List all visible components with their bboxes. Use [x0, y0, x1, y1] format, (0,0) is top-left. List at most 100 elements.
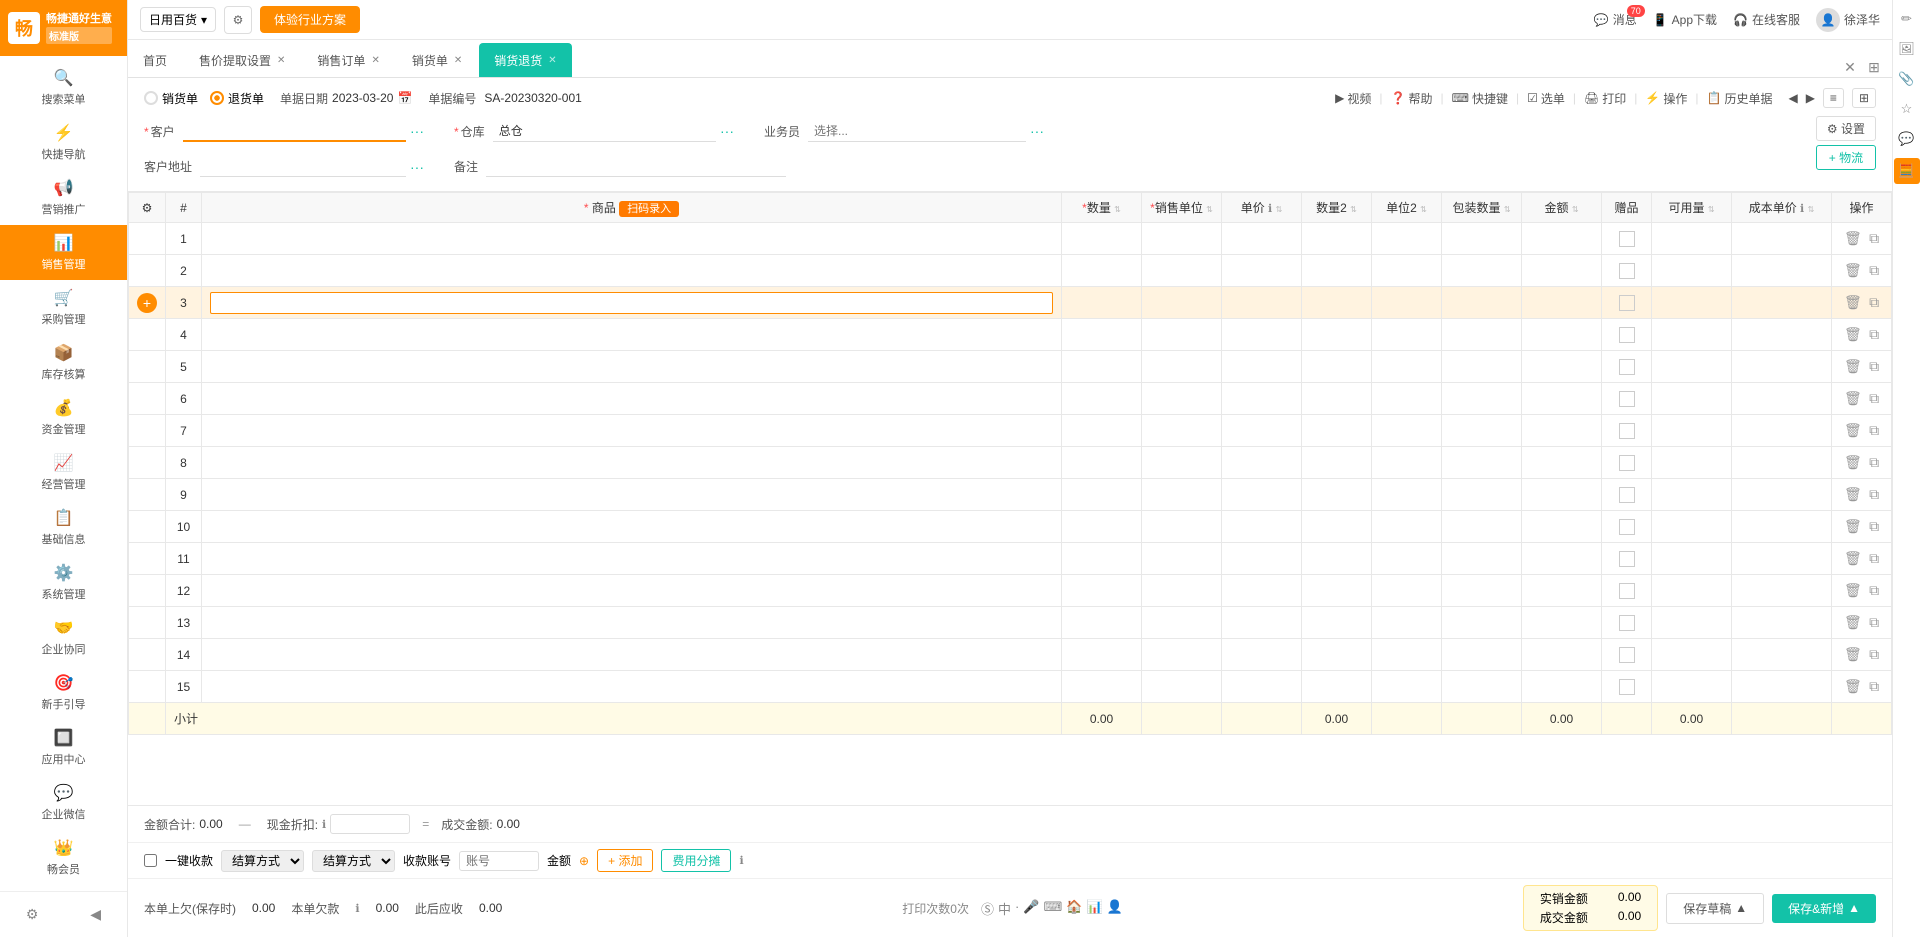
save-new-btn[interactable]: 保存&新增 ▲ [1772, 894, 1876, 923]
row-cost-1[interactable] [1732, 223, 1832, 255]
gift-checkbox-9[interactable] [1619, 487, 1635, 503]
row-copy-5[interactable]: ⧉ [1869, 358, 1879, 374]
sidebar-item-guide[interactable]: 🎯 新手引导 [0, 665, 127, 720]
row-qty-8[interactable] [1062, 447, 1142, 479]
row-delete-14[interactable]: 🗑 [1844, 646, 1862, 662]
row-amount-10[interactable] [1522, 511, 1602, 543]
row-price-10[interactable] [1222, 511, 1302, 543]
gift-checkbox-5[interactable] [1619, 359, 1635, 375]
row-delete-9[interactable]: 🗑 [1844, 486, 1862, 502]
row-delete-1[interactable]: 🗑 [1844, 230, 1862, 246]
row-price-5[interactable] [1222, 351, 1302, 383]
row-gift-5[interactable] [1602, 351, 1652, 383]
row-cost-7[interactable] [1732, 415, 1832, 447]
row-delete-8[interactable]: 🗑 [1844, 454, 1862, 470]
row-copy-3[interactable]: ⧉ [1869, 294, 1879, 310]
row-avail-11[interactable] [1652, 543, 1732, 575]
row-goods-5[interactable] [202, 351, 1062, 383]
row-qty2-4[interactable] [1302, 319, 1372, 351]
row-delete-15[interactable]: 🗑 [1844, 678, 1862, 694]
row-unit2-10[interactable] [1372, 511, 1442, 543]
row-unit-9[interactable] [1142, 479, 1222, 511]
action-video[interactable]: ▶ 视频 [1335, 90, 1371, 107]
tab-home[interactable]: 首页 [128, 43, 182, 77]
row-unit2-7[interactable] [1372, 415, 1442, 447]
row-qty-2[interactable] [1062, 255, 1142, 287]
radio-return[interactable]: 退货单 [210, 90, 264, 107]
row-qty-3[interactable] [1062, 287, 1142, 319]
row-goods-15[interactable] [202, 671, 1062, 703]
row-cost-2[interactable] [1732, 255, 1832, 287]
row-goods-7[interactable] [202, 415, 1062, 447]
gift-checkbox-1[interactable] [1619, 231, 1635, 247]
tab-maximize[interactable]: ⊞ [1864, 57, 1884, 77]
row-price-4[interactable] [1222, 319, 1302, 351]
row-cost-13[interactable] [1732, 607, 1832, 639]
row-pack-3[interactable] [1442, 287, 1522, 319]
rp-image-icon[interactable]: 🖼 [1896, 38, 1918, 60]
row-avail-3[interactable] [1652, 287, 1732, 319]
expense-btn[interactable]: 费用分摊 [661, 849, 731, 872]
row-qty-11[interactable] [1062, 543, 1142, 575]
row-pack-2[interactable] [1442, 255, 1522, 287]
row-gift-7[interactable] [1602, 415, 1652, 447]
row-unit2-14[interactable] [1372, 639, 1442, 671]
row-qty-13[interactable] [1062, 607, 1142, 639]
row-avail-7[interactable] [1652, 415, 1732, 447]
row-cost-8[interactable] [1732, 447, 1832, 479]
discount-info-icon[interactable]: ℹ [322, 818, 326, 831]
amount-sort-icon[interactable]: ⇅ [1572, 205, 1579, 214]
row-gift-14[interactable] [1602, 639, 1652, 671]
qty-sort-icon[interactable]: ⇅ [1114, 205, 1121, 214]
address-select-btn[interactable]: ··· [410, 159, 424, 175]
row-qty2-3[interactable] [1302, 287, 1372, 319]
prev-btn[interactable]: ◀ [1788, 91, 1797, 105]
row-amount-9[interactable] [1522, 479, 1602, 511]
row-pack-12[interactable] [1442, 575, 1522, 607]
row-unit2-1[interactable] [1372, 223, 1442, 255]
sidebar-item-system[interactable]: ⚙️ 系统管理 [0, 555, 127, 610]
row-gift-4[interactable] [1602, 319, 1652, 351]
tab-order-close[interactable]: ✕ [371, 55, 379, 66]
experience-btn[interactable]: 体验行业方案 [260, 6, 360, 33]
cost-info-icon[interactable]: ℹ [1800, 203, 1804, 215]
avail-sort-icon[interactable]: ⇅ [1708, 205, 1715, 214]
row-avail-6[interactable] [1652, 383, 1732, 415]
action-select[interactable]: ☑ 选单 [1527, 90, 1565, 107]
row-unit2-4[interactable] [1372, 319, 1442, 351]
gift-checkbox-3[interactable] [1619, 295, 1635, 311]
row-qty2-8[interactable] [1302, 447, 1372, 479]
row-cost-6[interactable] [1732, 383, 1832, 415]
row-avail-2[interactable] [1652, 255, 1732, 287]
row-qty2-12[interactable] [1302, 575, 1372, 607]
row-unit-6[interactable] [1142, 383, 1222, 415]
sidebar-item-basic[interactable]: 📋 基础信息 [0, 500, 127, 555]
row-amount-5[interactable] [1522, 351, 1602, 383]
row-delete-11[interactable]: 🗑 [1844, 550, 1862, 566]
row-goods-10[interactable] [202, 511, 1062, 543]
rp-calc-icon[interactable]: 🧮 [1894, 158, 1920, 184]
row-gift-13[interactable] [1602, 607, 1652, 639]
row-gift-10[interactable] [1602, 511, 1652, 543]
address-input[interactable] [200, 156, 406, 177]
gift-checkbox-2[interactable] [1619, 263, 1635, 279]
row-delete-7[interactable]: 🗑 [1844, 422, 1862, 438]
row-cost-12[interactable] [1732, 575, 1832, 607]
remark-input[interactable] [486, 156, 786, 177]
calc-method-select[interactable]: 结算方式 [312, 850, 395, 872]
row-pack-5[interactable] [1442, 351, 1522, 383]
gift-checkbox-6[interactable] [1619, 391, 1635, 407]
gift-checkbox-12[interactable] [1619, 583, 1635, 599]
row-delete-13[interactable]: 🗑 [1844, 614, 1862, 630]
tool3[interactable]: 🎤 [1023, 899, 1039, 918]
tab-close-all[interactable]: ✕ [1840, 57, 1860, 77]
row-cost-15[interactable] [1732, 671, 1832, 703]
row-amount-1[interactable] [1522, 223, 1602, 255]
tool4[interactable]: ⌨ [1044, 899, 1063, 918]
row-unit-2[interactable] [1142, 255, 1222, 287]
row-unit2-2[interactable] [1372, 255, 1442, 287]
sidebar-item-finance[interactable]: 💰 资金管理 [0, 390, 127, 445]
radio-delivery[interactable]: 销货单 [144, 90, 198, 107]
row-pack-10[interactable] [1442, 511, 1522, 543]
row-qty2-7[interactable] [1302, 415, 1372, 447]
